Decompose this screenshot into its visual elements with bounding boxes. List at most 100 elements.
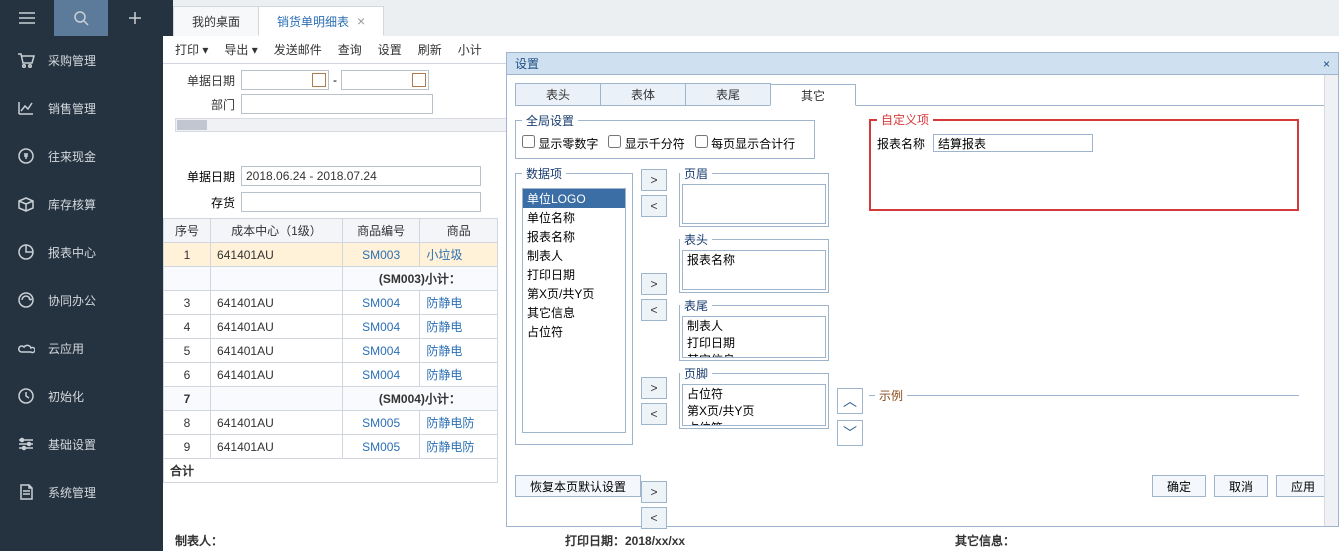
- plus-icon[interactable]: [108, 0, 162, 36]
- date-range-value: 2018.06.24 - 2018.07.24: [241, 166, 481, 186]
- chk-total-box[interactable]: [695, 135, 708, 148]
- tab-label: 销货单明细表: [277, 13, 349, 30]
- section-item[interactable]: 其它信息: [683, 351, 825, 358]
- dept-input[interactable]: [241, 94, 433, 114]
- move-right-1[interactable]: >: [641, 169, 667, 191]
- table-row[interactable]: 4641401AUSM004防静电: [164, 315, 498, 339]
- th-seq[interactable]: 序号: [164, 219, 211, 243]
- sidebar-item-init[interactable]: 初始化: [0, 372, 163, 420]
- print-button[interactable]: 打印 ▾: [175, 41, 208, 58]
- chk-thousand[interactable]: 显示千分符: [608, 135, 684, 152]
- cancel-button[interactable]: 取消: [1214, 475, 1268, 497]
- data-item[interactable]: 其它信息: [523, 303, 625, 322]
- tab-desktop[interactable]: 我的桌面: [173, 6, 259, 36]
- search-icon[interactable]: [54, 0, 108, 36]
- data-item[interactable]: 占位符: [523, 322, 625, 341]
- sendmail-button[interactable]: 发送邮件: [274, 41, 322, 58]
- move-up-button[interactable]: ︿: [837, 388, 863, 414]
- sidebar-item-cloud[interactable]: 云应用: [0, 324, 163, 372]
- sidebar-item-collab[interactable]: 协同办公: [0, 276, 163, 324]
- section-item[interactable]: 占位符: [683, 419, 825, 426]
- th-name[interactable]: 商品: [420, 219, 498, 243]
- move-left-3[interactable]: <: [641, 403, 667, 425]
- section-item[interactable]: 第X页/共Y页: [683, 402, 825, 419]
- chk-zero-box[interactable]: [522, 135, 535, 148]
- tab-footer[interactable]: 表尾: [685, 83, 771, 105]
- table-row[interactable]: 7(SM004)小计：: [164, 387, 498, 411]
- data-item[interactable]: 单位名称: [523, 208, 625, 227]
- tab-other[interactable]: 其它: [770, 84, 856, 106]
- move-left-1[interactable]: <: [641, 195, 667, 217]
- sec-tblheader-list[interactable]: 报表名称: [682, 250, 826, 290]
- restore-default-button[interactable]: 恢复本页默认设置: [515, 475, 641, 497]
- settings-button[interactable]: 设置: [378, 41, 402, 58]
- sec-pageheader-list[interactable]: [682, 184, 826, 224]
- tab-sales-detail[interactable]: 销货单明细表 ×: [258, 6, 384, 36]
- section-item[interactable]: 打印日期: [683, 334, 825, 351]
- refresh-button[interactable]: 刷新: [418, 41, 442, 58]
- table-row[interactable]: 1641401AUSM003小垃圾: [164, 243, 498, 267]
- sidebar-item-sales[interactable]: 销售管理: [0, 84, 163, 132]
- table-row[interactable]: 3641401AUSM004防静电: [164, 291, 498, 315]
- sidebar-item-inventory[interactable]: 库存核算: [0, 180, 163, 228]
- section-item[interactable]: 占位符: [683, 385, 825, 402]
- tab-header[interactable]: 表头: [515, 83, 601, 105]
- chk-total[interactable]: 每页显示合计行: [695, 135, 795, 152]
- tab-body[interactable]: 表体: [600, 83, 686, 105]
- sidebar-item-cash[interactable]: 往来现金: [0, 132, 163, 180]
- stock-label: 存货: [175, 194, 235, 211]
- th-cc[interactable]: 成本中心（1级）: [211, 219, 343, 243]
- global-settings: 全局设置 显示零数字 显示千分符 每页显示合计行: [515, 112, 815, 159]
- sidebar-item-basic[interactable]: 基础设置: [0, 420, 163, 468]
- table-row[interactable]: 9641401AUSM005防静电防: [164, 435, 498, 459]
- ok-button[interactable]: 确定: [1152, 475, 1206, 497]
- chk-thousand-box[interactable]: [608, 135, 621, 148]
- section-item[interactable]: 制表人: [683, 317, 825, 334]
- table-row[interactable]: (SM003)小计：: [164, 267, 498, 291]
- cloud-icon: [16, 338, 36, 358]
- calendar-icon[interactable]: [312, 73, 326, 87]
- report-name-input[interactable]: [933, 134, 1093, 152]
- data-item[interactable]: 打印日期: [523, 265, 625, 284]
- sync-icon: [16, 290, 36, 310]
- query-button[interactable]: 查询: [338, 41, 362, 58]
- table-row[interactable]: 8641401AUSM005防静电防: [164, 411, 498, 435]
- sidebar-item-reports[interactable]: 报表中心: [0, 228, 163, 276]
- close-icon[interactable]: ×: [357, 13, 365, 29]
- move-right-2[interactable]: >: [641, 273, 667, 295]
- sidebar-item-label: 系统管理: [48, 484, 96, 501]
- table-row[interactable]: 5641401AUSM004防静电: [164, 339, 498, 363]
- table-row[interactable]: 6641401AUSM004防静电: [164, 363, 498, 387]
- close-icon[interactable]: ×: [1323, 57, 1330, 71]
- sidebar-item-system[interactable]: 系统管理: [0, 468, 163, 516]
- calendar-icon[interactable]: [412, 73, 426, 87]
- subtotal-button[interactable]: 小计: [458, 41, 482, 58]
- move-right-3[interactable]: >: [641, 377, 667, 399]
- date-to-input[interactable]: [341, 70, 429, 90]
- sec-pagefooter-list[interactable]: 占位符第X页/共Y页占位符: [682, 384, 826, 426]
- modal-title: 设置: [515, 55, 539, 72]
- data-item[interactable]: 制表人: [523, 246, 625, 265]
- th-code[interactable]: 商品编号: [342, 219, 420, 243]
- apply-button[interactable]: 应用: [1276, 475, 1330, 497]
- sec-tblfooter-list[interactable]: 制表人打印日期其它信息: [682, 316, 826, 358]
- export-button[interactable]: 导出 ▾: [224, 41, 257, 58]
- modal-titlebar[interactable]: 设置 ×: [507, 53, 1338, 75]
- modal-v-scrollbar[interactable]: [1324, 75, 1338, 526]
- cart-icon: [16, 50, 36, 70]
- hamburger-icon[interactable]: [0, 0, 54, 36]
- modal-tabs: 表头 表体 表尾 其它: [515, 83, 1330, 106]
- data-item[interactable]: 第X页/共Y页: [523, 284, 625, 303]
- move-left-2[interactable]: <: [641, 299, 667, 321]
- section-item[interactable]: 报表名称: [683, 251, 825, 268]
- data-item[interactable]: 报表名称: [523, 227, 625, 246]
- move-left-4[interactable]: <: [641, 507, 667, 529]
- print-date-label: 打印日期：2018/xx/xx: [565, 532, 955, 549]
- data-item[interactable]: 单位LOGO: [523, 189, 625, 208]
- chk-zero[interactable]: 显示零数字: [522, 135, 598, 152]
- sidebar-item-purchase[interactable]: 采购管理: [0, 36, 163, 84]
- move-down-button[interactable]: ﹀: [837, 420, 863, 446]
- data-items-list[interactable]: 单位LOGO单位名称报表名称制表人打印日期第X页/共Y页其它信息占位符: [522, 188, 626, 433]
- data-items-legend: 数据项: [522, 165, 566, 182]
- date-from-input[interactable]: [241, 70, 329, 90]
